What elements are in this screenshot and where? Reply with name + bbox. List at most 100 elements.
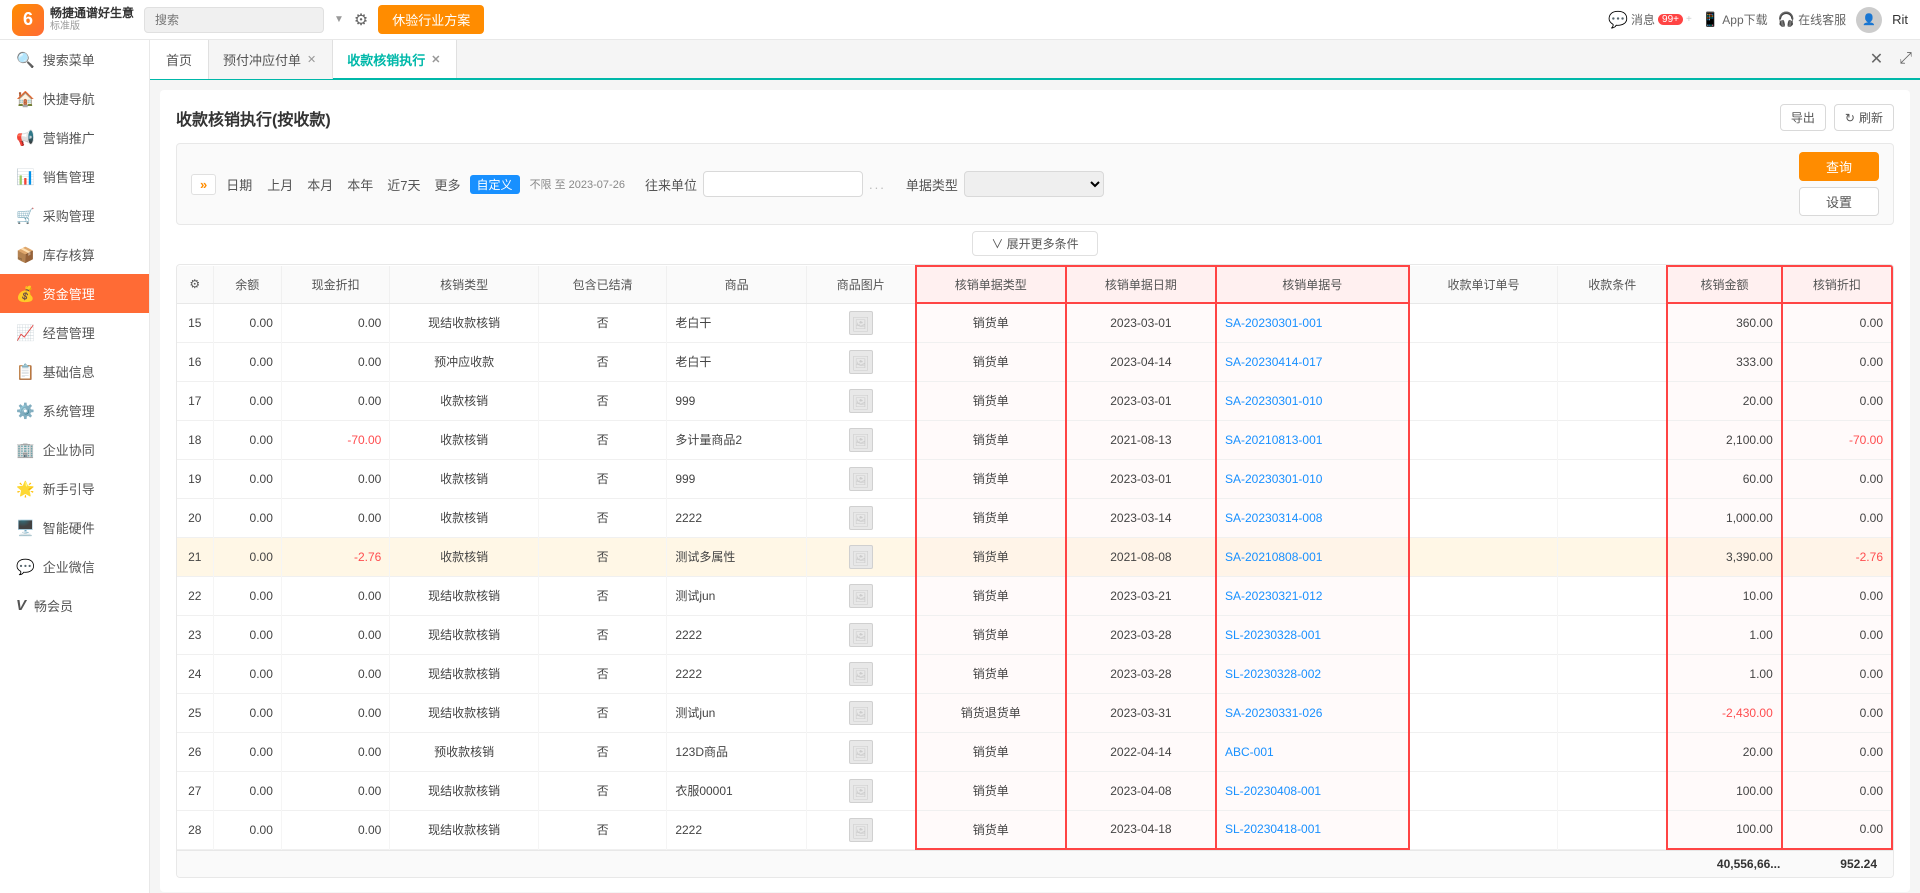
- row-cancel-type: 现结收款核销: [390, 771, 538, 810]
- col-include-settled: 包含已结清: [538, 266, 666, 303]
- row-goods: 2222: [667, 654, 807, 693]
- row-cash-discount: 0.00: [281, 303, 389, 342]
- row-cancel-bill-no[interactable]: SA-20230331-026: [1216, 693, 1409, 732]
- row-cancel-bill-no[interactable]: SA-20230301-010: [1216, 459, 1409, 498]
- date-opt-custom[interactable]: 自定义: [470, 175, 520, 194]
- row-cancel-bill-no[interactable]: SL-20230408-001: [1216, 771, 1409, 810]
- sidebar-item-hardware[interactable]: 🖥️ 智能硬件: [0, 508, 149, 547]
- row-cancel-bill-type: 销货退货单: [916, 693, 1066, 732]
- bill-type-select[interactable]: [964, 171, 1104, 197]
- filter-bar: » 日期 上月 本月 本年 近7天 更多 自定义 不限 至 2023-07-26: [176, 143, 1894, 225]
- row-receipt-order-no: [1409, 342, 1558, 381]
- sales-icon: 📊: [16, 168, 35, 186]
- table-row: 24 0.00 0.00 现结收款核销 否 2222 🖼 销货单 2023-03…: [177, 654, 1892, 693]
- tab-maximize-btn[interactable]: ⤢: [1891, 50, 1920, 68]
- industry-btn[interactable]: 休验行业方案: [378, 5, 484, 34]
- sidebar-item-wechat[interactable]: 💬 企业微信: [0, 547, 149, 586]
- sidebar-item-sales[interactable]: 📊 销售管理: [0, 157, 149, 196]
- tab-home[interactable]: 首页: [150, 40, 209, 79]
- tab-close-all-btn[interactable]: ✕: [1862, 49, 1891, 69]
- sidebar-item-guide[interactable]: 🌟 新手引导: [0, 469, 149, 508]
- query-btn[interactable]: 查询: [1799, 152, 1879, 181]
- expand-btn[interactable]: »: [191, 174, 216, 195]
- row-receipt-condition: [1558, 420, 1667, 459]
- row-cancel-type: 收款核销: [390, 459, 538, 498]
- row-cancel-discount: 0.00: [1782, 576, 1892, 615]
- sidebar-item-finance[interactable]: 💰 资金管理: [0, 274, 149, 313]
- row-cancel-bill-no[interactable]: SL-20230418-001: [1216, 810, 1409, 849]
- sidebar-item-nav[interactable]: 🏠 快捷导航: [0, 79, 149, 118]
- inventory-icon: 📦: [16, 246, 35, 264]
- date-opt-more[interactable]: 更多: [430, 174, 466, 195]
- row-cancel-type: 收款核销: [390, 498, 538, 537]
- table-row: 21 0.00 -2.76 收款核销 否 测试多属性 🖼 销货单 2021-08…: [177, 537, 1892, 576]
- gear-icon[interactable]: ⚙: [354, 10, 368, 30]
- row-cancel-bill-no[interactable]: SA-20230301-010: [1216, 381, 1409, 420]
- col-settings[interactable]: ⚙: [177, 266, 213, 303]
- tab-collection-close[interactable]: ✕: [429, 53, 442, 66]
- row-cash-discount: 0.00: [281, 771, 389, 810]
- row-cancel-bill-date: 2021-08-08: [1066, 537, 1216, 576]
- sidebar-item-member[interactable]: V 畅会员: [0, 586, 149, 625]
- tabs-bar: 首页 预付冲应付单 ✕ 收款核销执行 ✕ ✕ ⤢: [150, 40, 1920, 80]
- row-include-settled: 否: [538, 342, 666, 381]
- row-include-settled: 否: [538, 381, 666, 420]
- sidebar-item-inventory[interactable]: 📦 库存核算: [0, 235, 149, 274]
- row-cancel-bill-no[interactable]: SA-20230321-012: [1216, 576, 1409, 615]
- col-receipt-condition: 收款条件: [1558, 266, 1667, 303]
- sidebar-item-marketing[interactable]: 📢 营销推广: [0, 118, 149, 157]
- row-receipt-order-no: [1409, 381, 1558, 420]
- sidebar-item-corp[interactable]: 🏢 企业协同: [0, 430, 149, 469]
- row-cancel-bill-no[interactable]: SA-20230414-017: [1216, 342, 1409, 381]
- row-no: 24: [177, 654, 213, 693]
- message-icon: 💬: [1608, 10, 1628, 30]
- row-include-settled: 否: [538, 576, 666, 615]
- row-cancel-bill-no[interactable]: SA-20230301-001: [1216, 303, 1409, 342]
- app-download[interactable]: 📱 App下载: [1702, 11, 1768, 28]
- sidebar-item-purchase[interactable]: 🛒 采购管理: [0, 196, 149, 235]
- message-area[interactable]: 💬 消息 99+ +: [1608, 10, 1692, 30]
- sidebar-item-system[interactable]: ⚙️ 系统管理: [0, 391, 149, 430]
- row-cancel-bill-date: 2023-03-28: [1066, 615, 1216, 654]
- row-cancel-bill-no[interactable]: SA-20210813-001: [1216, 420, 1409, 459]
- row-cancel-bill-no[interactable]: SA-20230314-008: [1216, 498, 1409, 537]
- sidebar-item-operation[interactable]: 📈 经营管理: [0, 313, 149, 352]
- row-receipt-condition: [1558, 303, 1667, 342]
- source-input[interactable]: [703, 171, 863, 197]
- row-cancel-bill-no[interactable]: ABC-001: [1216, 732, 1409, 771]
- date-opt-last-month[interactable]: 上月: [262, 174, 298, 195]
- export-btn[interactable]: 导出: [1780, 104, 1826, 131]
- date-opt-this-year[interactable]: 本年: [342, 174, 378, 195]
- row-goods: 2222: [667, 810, 807, 849]
- row-receipt-order-no: [1409, 420, 1558, 459]
- col-balance: 余额: [213, 266, 281, 303]
- tab-prepay-close[interactable]: ✕: [305, 53, 318, 66]
- row-cash-discount: 0.00: [281, 693, 389, 732]
- row-no: 23: [177, 615, 213, 654]
- search-input[interactable]: [144, 7, 324, 33]
- expand-more-btn[interactable]: ∨ 展开更多条件: [972, 231, 1097, 256]
- row-cancel-bill-no[interactable]: SL-20230328-002: [1216, 654, 1409, 693]
- tab-prepay[interactable]: 预付冲应付单 ✕: [209, 40, 333, 79]
- settings-btn[interactable]: 设置: [1799, 187, 1879, 216]
- row-cancel-amount: 1.00: [1667, 654, 1782, 693]
- refresh-icon: ↻: [1845, 111, 1855, 125]
- row-cancel-bill-no[interactable]: SA-20210808-001: [1216, 537, 1409, 576]
- service-area[interactable]: 🎧 在线客服: [1778, 11, 1846, 28]
- date-opt-7days[interactable]: 近7天: [382, 174, 425, 195]
- row-receipt-order-no: [1409, 732, 1558, 771]
- row-cancel-amount: 60.00: [1667, 459, 1782, 498]
- row-cancel-bill-no[interactable]: SL-20230328-001: [1216, 615, 1409, 654]
- col-cancel-bill-type: 核销单据类型: [916, 266, 1066, 303]
- row-balance: 0.00: [213, 420, 281, 459]
- col-receipt-order-no: 收款单订单号: [1409, 266, 1558, 303]
- user-avatar[interactable]: 👤: [1856, 7, 1882, 33]
- date-opt-this-month[interactable]: 本月: [302, 174, 338, 195]
- row-include-settled: 否: [538, 420, 666, 459]
- sidebar-item-basic[interactable]: 📋 基础信息: [0, 352, 149, 391]
- refresh-btn[interactable]: ↻ 刷新: [1834, 104, 1894, 131]
- guide-icon: 🌟: [16, 480, 35, 498]
- tab-collection[interactable]: 收款核销执行 ✕: [333, 40, 457, 78]
- sidebar-item-search[interactable]: 🔍 搜索菜单: [0, 40, 149, 79]
- table-row: 15 0.00 0.00 现结收款核销 否 老白干 🖼 销货单 2023-03-…: [177, 303, 1892, 342]
